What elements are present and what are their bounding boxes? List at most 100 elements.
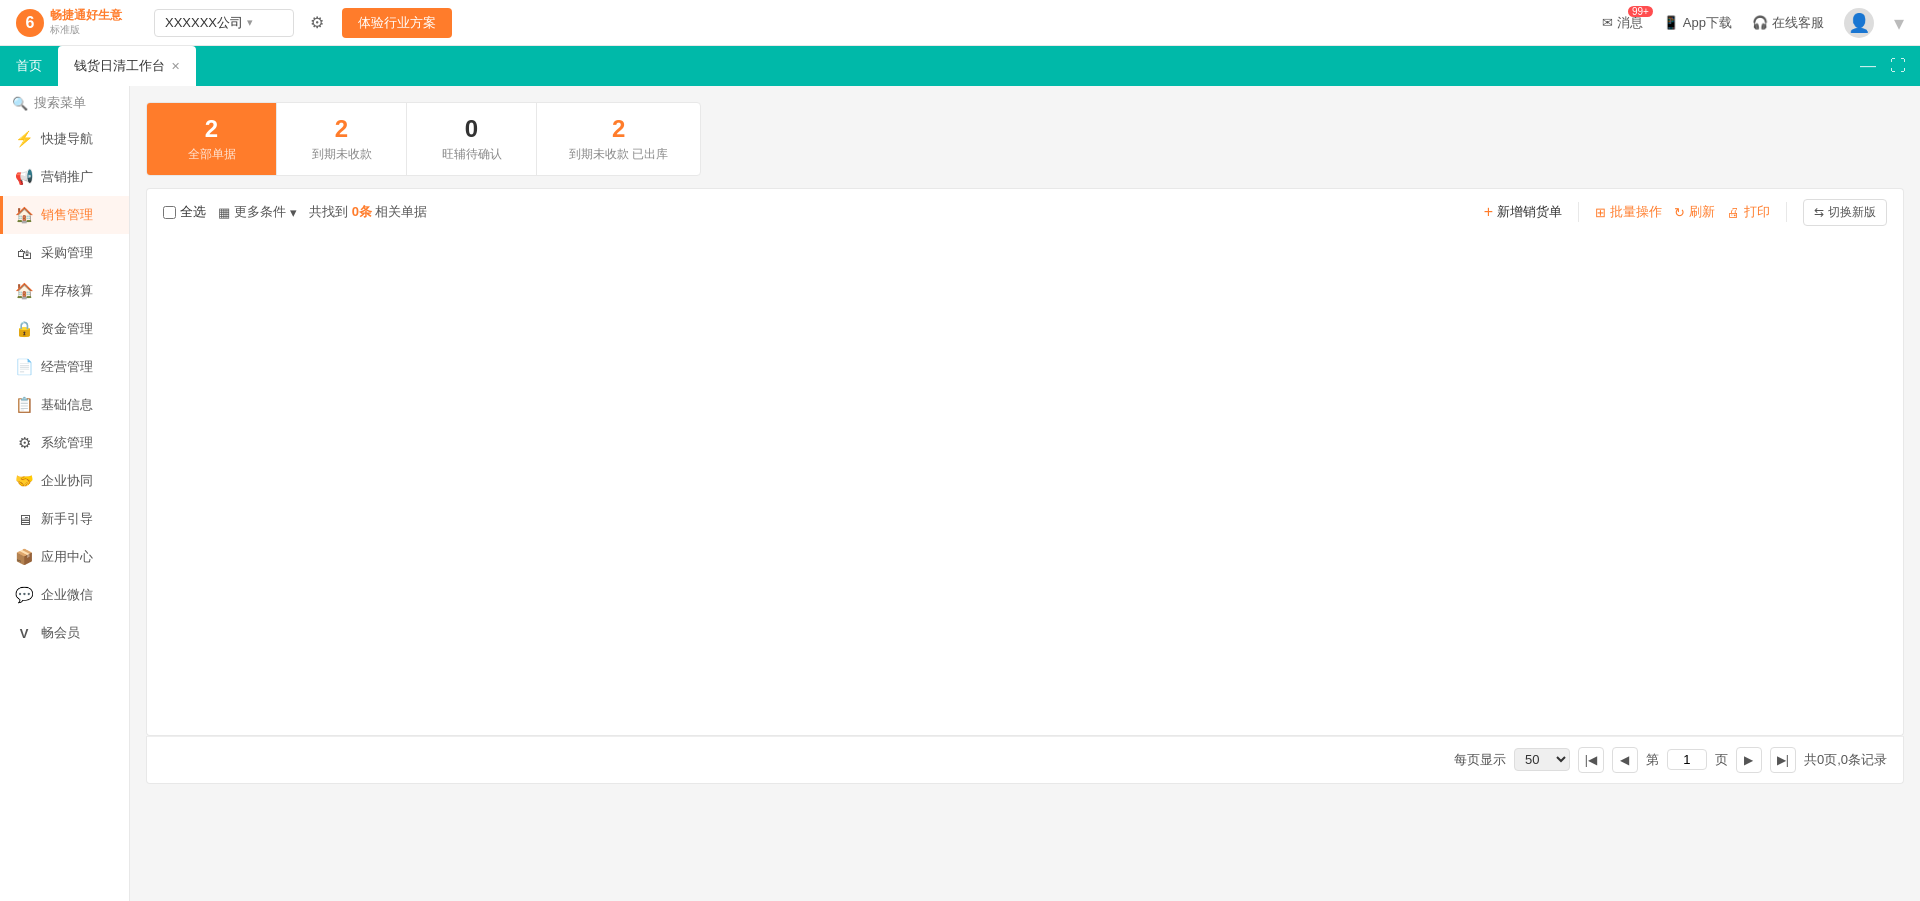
select-all-label: 全选: [180, 203, 206, 221]
sidebar-item-app-center[interactable]: 📦 应用中心: [0, 538, 129, 576]
sidebar-item-app-center-label: 应用中心: [41, 548, 93, 566]
next-page-button[interactable]: ▶: [1736, 747, 1762, 773]
base-info-icon: 📋: [15, 396, 33, 414]
print-label: 打印: [1744, 203, 1770, 221]
message-button[interactable]: ✉ 消息 99+: [1602, 14, 1643, 32]
sidebar-item-member-label: 畅会员: [41, 624, 80, 642]
marketing-icon: 📢: [15, 168, 33, 186]
tab-sales-workbench-label: 钱货日清工作台: [74, 57, 165, 75]
sidebar-item-operation[interactable]: 📄 经营管理: [0, 348, 129, 386]
message-badge: 99+: [1628, 6, 1653, 17]
stat-tab-overdue-unpaid[interactable]: 2 到期未收款: [277, 103, 407, 175]
sidebar-item-marketing[interactable]: 📢 营销推广: [0, 158, 129, 196]
refresh-icon: ↻: [1674, 205, 1685, 220]
filter-label: 更多条件: [234, 203, 286, 221]
stat-count-wangwang: 0: [439, 115, 504, 144]
minimize-icon[interactable]: —: [1856, 53, 1880, 79]
filter-chevron-icon: ▾: [290, 205, 297, 220]
sidebar-item-system-label: 系统管理: [41, 434, 93, 452]
sidebar-item-quick-nav-label: 快捷导航: [41, 130, 93, 148]
trial-button[interactable]: 体验行业方案: [342, 8, 452, 38]
operation-icon: 📄: [15, 358, 33, 376]
online-service-button[interactable]: 🎧 在线客服: [1752, 14, 1824, 32]
username-display[interactable]: ▾: [1894, 11, 1904, 35]
sidebar-item-purchase[interactable]: 🛍 采购管理: [0, 234, 129, 272]
sidebar-item-enterprise[interactable]: 🤝 企业协同: [0, 462, 129, 500]
last-page-button[interactable]: ▶|: [1770, 747, 1796, 773]
sidebar-item-enterprise-label: 企业协同: [41, 472, 93, 490]
page-label-2: 页: [1715, 751, 1728, 769]
settings-icon[interactable]: ⚙: [302, 8, 332, 38]
company-selector[interactable]: XXXXXX公司 ▾: [154, 9, 294, 37]
switch-label: 切换新版: [1828, 204, 1876, 221]
prev-page-button[interactable]: ◀: [1612, 747, 1638, 773]
close-tab-icon[interactable]: ✕: [171, 60, 180, 73]
search-menu-label: 搜索菜单: [34, 94, 86, 112]
newbie-icon: 🖥: [15, 510, 33, 528]
purchase-icon: 🛍: [15, 244, 33, 262]
page-number-input[interactable]: [1667, 749, 1707, 770]
user-avatar[interactable]: 👤: [1844, 8, 1874, 38]
search-menu-button[interactable]: 🔍 搜索菜单: [0, 86, 129, 120]
print-button[interactable]: 🖨 打印: [1727, 203, 1770, 221]
stat-label-overdue: 到期未收款: [309, 146, 374, 163]
app-name: 畅捷通好生意: [50, 8, 122, 24]
stat-label-all: 全部单据: [179, 146, 244, 163]
toolbar: 全选 ▦ 更多条件 ▾ 共找到 0条 相关单据 + 新增销货单 ⊞ 批量操作: [146, 188, 1904, 236]
tab-sales-workbench[interactable]: 钱货日清工作台 ✕: [58, 46, 196, 86]
sidebar-item-quick-nav[interactable]: ⚡ 快捷导航: [0, 120, 129, 158]
stat-tab-all[interactable]: 2 全部单据: [147, 103, 277, 175]
sidebar-item-sales[interactable]: 🏠 销售管理: [0, 196, 129, 234]
app-edition: 标准版: [50, 23, 122, 37]
new-sale-button[interactable]: + 新增销货单: [1484, 203, 1562, 221]
batch-ops-button[interactable]: ⊞ 批量操作: [1595, 203, 1662, 221]
stat-label-wangwang: 旺辅待确认: [439, 146, 504, 163]
sidebar-item-wechat[interactable]: 💬 企业微信: [0, 576, 129, 614]
tabbar-right: — ⛶: [1856, 53, 1920, 79]
sidebar-item-finance[interactable]: 🔒 资金管理: [0, 310, 129, 348]
search-icon: 🔍: [12, 96, 28, 111]
app-download-button[interactable]: 📱 App下载: [1663, 14, 1732, 32]
select-all-checkbox[interactable]: 全选: [163, 203, 206, 221]
switch-version-button[interactable]: ⇆ 切换新版: [1803, 199, 1887, 226]
stat-tab-overdue-shipped[interactable]: 2 到期未收款 已出库: [537, 103, 700, 175]
finance-icon: 🔒: [15, 320, 33, 338]
sidebar-item-newbie-label: 新手引导: [41, 510, 93, 528]
per-page-select[interactable]: 50 100 200: [1514, 748, 1570, 771]
print-icon: 🖨: [1727, 205, 1740, 220]
sidebar-item-member[interactable]: V 畅会员: [0, 614, 129, 652]
refresh-button[interactable]: ↻ 刷新: [1674, 203, 1715, 221]
first-page-button[interactable]: |◀: [1578, 747, 1604, 773]
divider-2: [1786, 202, 1787, 222]
toolbar-left: 全选 ▦ 更多条件 ▾ 共找到 0条 相关单据: [163, 203, 427, 221]
total-info: 共0页,0条记录: [1804, 751, 1887, 769]
sidebar-item-marketing-label: 营销推广: [41, 168, 93, 186]
sidebar-item-finance-label: 资金管理: [41, 320, 93, 338]
switch-icon: ⇆: [1814, 205, 1824, 219]
app-download-label: App下载: [1683, 14, 1732, 32]
stat-tab-wangwang[interactable]: 0 旺辅待确认: [407, 103, 537, 175]
sidebar-item-sales-label: 销售管理: [41, 206, 93, 224]
tab-home[interactable]: 首页: [0, 46, 58, 86]
select-all-input[interactable]: [163, 206, 176, 219]
maximize-icon[interactable]: ⛶: [1886, 53, 1910, 79]
tab-home-label: 首页: [16, 57, 42, 75]
sidebar-item-newbie[interactable]: 🖥 新手引导: [0, 500, 129, 538]
sidebar-item-base-info[interactable]: 📋 基础信息: [0, 386, 129, 424]
sidebar-item-system[interactable]: ⚙ 系统管理: [0, 424, 129, 462]
tabbar: 首页 钱货日清工作台 ✕ — ⛶: [0, 46, 1920, 86]
member-icon: V: [15, 624, 33, 642]
stat-label-shipped: 到期未收款 已出库: [569, 146, 668, 163]
inventory-icon: 🏠: [15, 282, 33, 300]
topbar-right: ✉ 消息 99+ 📱 App下载 🎧 在线客服 👤 ▾: [1602, 8, 1904, 38]
filter-button[interactable]: ▦ 更多条件 ▾: [218, 203, 297, 221]
filter-icon: ▦: [218, 205, 230, 220]
sidebar-item-operation-label: 经营管理: [41, 358, 93, 376]
app-center-icon: 📦: [15, 548, 33, 566]
sidebar-item-inventory-label: 库存核算: [41, 282, 93, 300]
sidebar-item-inventory[interactable]: 🏠 库存核算: [0, 272, 129, 310]
app-logo-icon: 6: [16, 9, 44, 37]
enterprise-icon: 🤝: [15, 472, 33, 490]
sidebar-item-base-info-label: 基础信息: [41, 396, 93, 414]
sidebar: 🔍 搜索菜单 ⚡ 快捷导航 📢 营销推广 🏠 销售管理 🛍 采购管理 🏠 库存核…: [0, 86, 130, 901]
